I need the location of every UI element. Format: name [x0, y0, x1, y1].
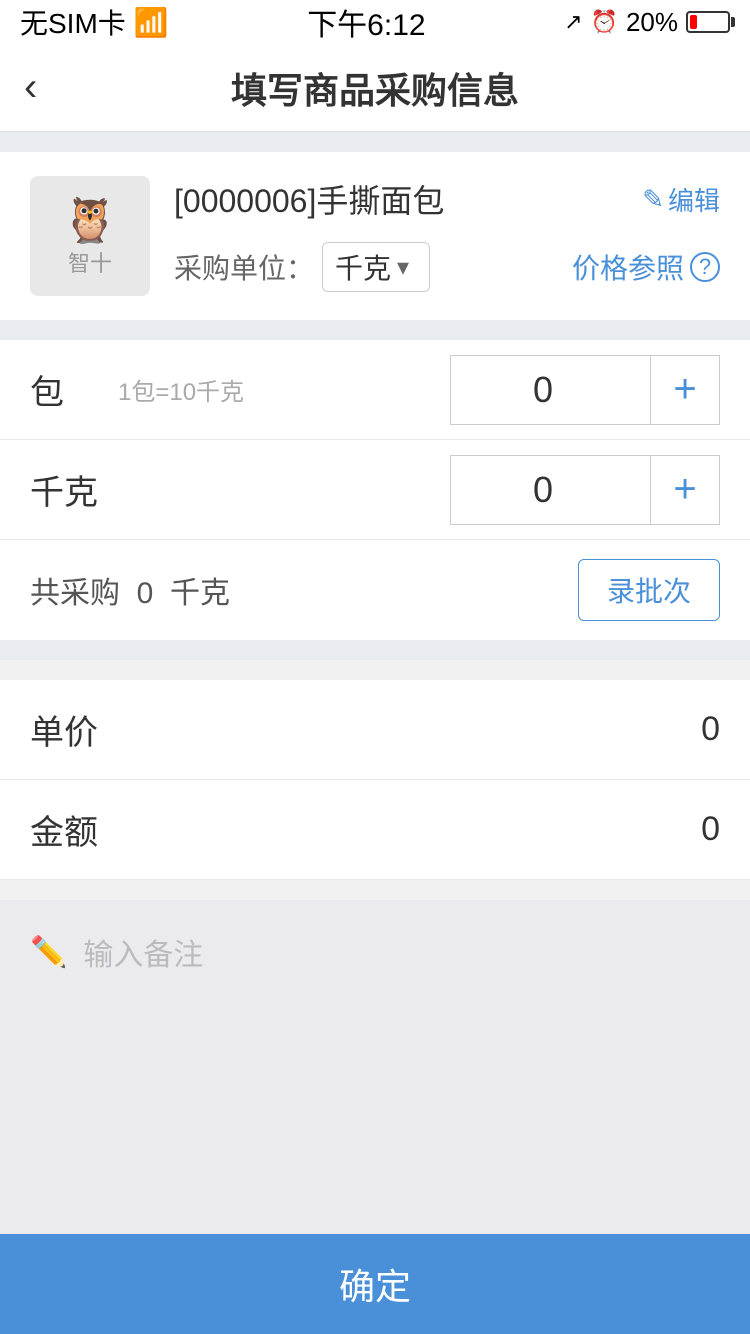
bag-quantity-input[interactable] — [450, 355, 650, 425]
summary-label: 共采购 — [30, 577, 120, 610]
amount-value: 0 — [701, 810, 720, 849]
bag-plus-button[interactable]: + — [650, 355, 720, 425]
price-ref-label: 价格参照 — [572, 247, 684, 287]
kg-label: 千克 — [30, 465, 110, 514]
bag-input-right: + — [450, 355, 720, 425]
alarm-icon: ⏰ — [591, 9, 618, 35]
batch-button[interactable]: 录批次 — [578, 559, 720, 621]
battery-percentage: 20% — [626, 7, 678, 38]
kg-input-right: + — [450, 455, 720, 525]
product-thumb-label: 智十 — [68, 246, 112, 278]
summary-amount: 0 — [137, 577, 154, 610]
location-icon: ↗ — [564, 9, 582, 35]
battery-fill — [690, 15, 697, 29]
amount-label: 金额 — [30, 805, 98, 854]
price-section: 单价 0 金额 0 — [0, 680, 750, 880]
edit-label: 编辑 — [668, 181, 720, 218]
bag-label: 包 — [30, 365, 110, 414]
wifi-icon: 📶 — [134, 6, 169, 39]
top-divider — [0, 132, 750, 152]
note-section[interactable]: ✏️ 输入备注 — [0, 900, 750, 1004]
price-ref-button[interactable]: 价格参照 ? — [572, 247, 720, 287]
unit-price-row: 单价 0 — [0, 680, 750, 780]
unit-dropdown-arrow: ▾ — [397, 253, 409, 282]
product-info: [0000006]手撕面包 ✎ 编辑 采购单位： 千克 ▾ 价格参照 ? — [174, 176, 720, 292]
back-button[interactable]: ‹ — [24, 65, 37, 110]
unit-select[interactable]: 千克 ▾ — [322, 242, 430, 292]
edit-icon: ✎ — [642, 184, 664, 215]
kg-plus-button[interactable]: + — [650, 455, 720, 525]
status-time: 下午6:12 — [307, 0, 425, 44]
note-placeholder: 输入备注 — [83, 930, 203, 974]
mid-divider-2 — [0, 640, 750, 660]
summary-text: 共采购 0 千克 — [30, 568, 230, 612]
product-thumbnail: 🦉 智十 — [30, 176, 150, 296]
unit-row: 采购单位： 千克 ▾ 价格参照 ? — [174, 242, 720, 292]
carrier-label: 无SIM卡 — [20, 2, 126, 42]
bag-input-row: 包 1包=10千克 + — [0, 340, 750, 440]
product-card: 🦉 智十 [0000006]手撕面包 ✎ 编辑 采购单位： 千克 ▾ 价格参照 … — [0, 152, 750, 320]
page-title: 填写商品采购信息 — [231, 62, 519, 114]
status-right: ↗ ⏰ 20% — [564, 7, 730, 38]
status-left: 无SIM卡 📶 — [20, 2, 169, 42]
confirm-button[interactable]: 确定 — [0, 1234, 750, 1334]
unit-label: 采购单位： — [174, 247, 314, 287]
kg-input-row: 千克 + — [0, 440, 750, 540]
product-owl-icon: 🦉 — [63, 194, 118, 246]
summary-unit: 千克 — [170, 577, 230, 610]
nav-bar: ‹ 填写商品采购信息 — [0, 44, 750, 132]
input-section: 包 1包=10千克 + 千克 + — [0, 340, 750, 540]
kg-quantity-input[interactable] — [450, 455, 650, 525]
status-bar: 无SIM卡 📶 下午6:12 ↗ ⏰ 20% — [0, 0, 750, 44]
bag-sublabel: 1包=10千克 — [118, 372, 450, 407]
price-ref-help-icon: ? — [690, 252, 720, 282]
unit-value: 千克 — [335, 247, 391, 287]
unit-price-label: 单价 — [30, 705, 98, 754]
product-full-name: [0000006]手撕面包 — [174, 176, 444, 222]
mid-divider-1 — [0, 320, 750, 340]
product-name-row: [0000006]手撕面包 ✎ 编辑 — [174, 176, 720, 222]
unit-price-value: 0 — [701, 710, 720, 749]
note-pencil-icon: ✏️ — [30, 935, 67, 970]
amount-row: 金额 0 — [0, 780, 750, 880]
battery-icon — [686, 11, 730, 33]
summary-row: 共采购 0 千克 录批次 — [0, 540, 750, 640]
edit-button[interactable]: ✎ 编辑 — [642, 181, 720, 218]
